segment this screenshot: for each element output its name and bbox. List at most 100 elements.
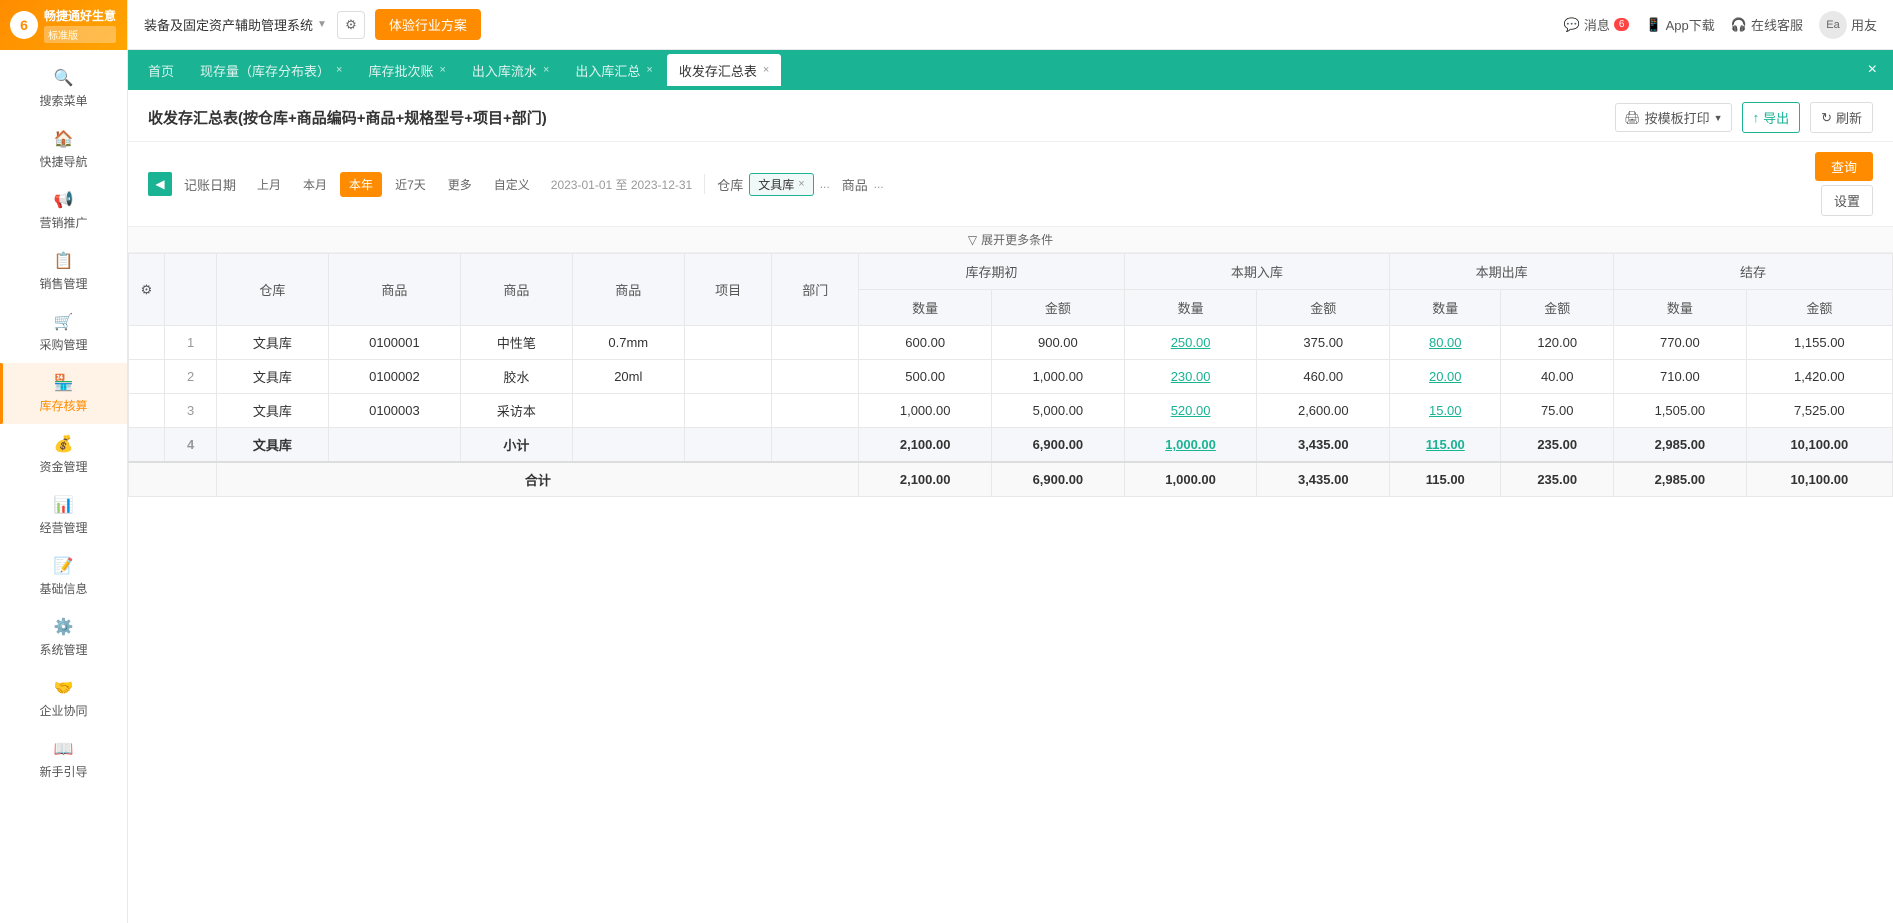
expand-conditions-button[interactable]: ▽ 展开更多条件 xyxy=(968,231,1053,248)
row-settings[interactable] xyxy=(129,326,165,360)
warehouse-more-btn[interactable]: ... xyxy=(820,177,830,191)
tab-inout_flow[interactable]: 出入库流水× xyxy=(460,54,561,86)
online-service-label: 在线客服 xyxy=(1751,15,1803,34)
search-icon: 🔍 xyxy=(54,68,74,88)
tab-bar: 首页现存量（库存分布表）×库存批次账×出入库流水×出入库汇总×收发存汇总表×× xyxy=(128,50,1893,90)
date-7days-btn[interactable]: 近7天 xyxy=(386,172,435,197)
row-in-qty-link[interactable]: 250.00 xyxy=(1171,335,1211,350)
row-out-qty-link[interactable]: 80.00 xyxy=(1429,335,1462,350)
table-settings-header[interactable]: ⚙ xyxy=(129,254,165,326)
row-in-qty[interactable]: 230.00 xyxy=(1124,360,1257,394)
total-in-qty: 1,000.00 xyxy=(1124,462,1257,497)
app-download-action[interactable]: 📱 App下载 xyxy=(1645,15,1714,34)
date-custom-btn[interactable]: 自定义 xyxy=(485,172,539,197)
content-inner: 收发存汇总表(按仓库+商品编码+商品+规格型号+项目+部门) 🖨 按模板打印 ▼… xyxy=(128,90,1893,923)
row-settings[interactable] xyxy=(129,428,165,463)
refresh-label: 刷新 xyxy=(1836,108,1862,127)
sidebar-item-system[interactable]: ⚙️系统管理 xyxy=(0,607,127,668)
row-out-qty[interactable]: 15.00 xyxy=(1390,394,1501,428)
warehouse-tag-close-icon[interactable]: × xyxy=(798,178,804,190)
sidebar-item-inventory[interactable]: 🏪库存核算 xyxy=(0,363,127,424)
refresh-button[interactable]: ↻ 刷新 xyxy=(1810,102,1873,133)
tab-close-icon-receive_summary[interactable]: × xyxy=(763,64,769,76)
sidebar-item-label-quick: 快捷导航 xyxy=(39,153,87,170)
user-action[interactable]: Ea 用友 xyxy=(1819,11,1877,39)
tab-close-icon-inout_summary[interactable]: × xyxy=(646,64,652,76)
online-service-action[interactable]: 🎧 在线客服 xyxy=(1731,15,1803,34)
date-range-display: 2023-01-01 至 2023-12-31 xyxy=(551,176,692,193)
sidebar-item-guide[interactable]: 📖新手引导 xyxy=(0,729,127,790)
tab-close-icon-stock[interactable]: × xyxy=(336,64,342,76)
system-title-dropdown[interactable]: 装备及固定资产辅助管理系统 ▼ xyxy=(144,15,327,34)
tab-inout_summary[interactable]: 出入库汇总× xyxy=(563,54,664,86)
headset-icon: 🎧 xyxy=(1731,17,1747,33)
total-opening-qty: 2,100.00 xyxy=(859,462,992,497)
filter-toggle-button[interactable]: ◀ xyxy=(148,172,172,196)
print-icon: 🖨 xyxy=(1624,110,1641,126)
trial-button[interactable]: 体验行业方案 xyxy=(375,9,481,40)
sidebar-item-marketing[interactable]: 📢营销推广 xyxy=(0,180,127,241)
sidebar-item-sales[interactable]: 📋销售管理 xyxy=(0,241,127,302)
total-balance-amount: 10,100.00 xyxy=(1746,462,1892,497)
page-content: 收发存汇总表(按仓库+商品编码+商品+规格型号+项目+部门) 🖨 按模板打印 ▼… xyxy=(128,90,1893,923)
print-template-button[interactable]: 🖨 按模板打印 ▼ xyxy=(1615,103,1731,132)
warehouse-tag: 文具库 × xyxy=(749,173,813,196)
row-out-qty-link[interactable]: 15.00 xyxy=(1429,403,1462,418)
row-in-qty-link[interactable]: 520.00 xyxy=(1171,403,1211,418)
th-opening-amount: 金额 xyxy=(992,290,1125,326)
row-opening-amount: 6,900.00 xyxy=(992,428,1125,463)
sidebar-item-basic[interactable]: 📝基础信息 xyxy=(0,546,127,607)
sidebar-item-purchase[interactable]: 🛒采购管理 xyxy=(0,302,127,363)
sidebar-item-enterprise[interactable]: 🤝企业协同 xyxy=(0,668,127,729)
date-this-month-btn[interactable]: 本月 xyxy=(294,172,336,197)
sidebar-item-operations[interactable]: 📊经营管理 xyxy=(0,485,127,546)
sidebar-item-quick[interactable]: 🏠快捷导航 xyxy=(0,119,127,180)
tab-bar-close-button[interactable]: × xyxy=(1860,61,1885,79)
row-in-qty-link[interactable]: 1,000.00 xyxy=(1165,437,1216,452)
row-out-qty[interactable]: 20.00 xyxy=(1390,360,1501,394)
product-more-btn[interactable]: ... xyxy=(874,177,884,191)
row-out-amount: 40.00 xyxy=(1501,360,1614,394)
table-row: 3文具库0100003采访本1,000.005,000.00520.002,60… xyxy=(129,394,1893,428)
row-in-qty[interactable]: 520.00 xyxy=(1124,394,1257,428)
tab-close-icon-inout_flow[interactable]: × xyxy=(543,64,549,76)
sales-icon: 📋 xyxy=(54,251,74,271)
row-code: 0100003 xyxy=(328,394,461,428)
row-out-qty[interactable]: 115.00 xyxy=(1390,428,1501,463)
sidebar-item-finance[interactable]: 💰资金管理 xyxy=(0,424,127,485)
row-out-qty-link[interactable]: 20.00 xyxy=(1429,369,1462,384)
tab-label-home: 首页 xyxy=(148,61,174,80)
tab-batch[interactable]: 库存批次账× xyxy=(356,54,457,86)
row-name: 胶水 xyxy=(461,360,572,394)
th-code: 商品 xyxy=(328,254,461,326)
tab-receive_summary[interactable]: 收发存汇总表× xyxy=(667,54,781,86)
data-table: ⚙ 仓库 商品 商品 商品 项目 部门 库存期初 本期入库 本期出库 xyxy=(128,253,1893,497)
row-in-qty[interactable]: 1,000.00 xyxy=(1124,428,1257,463)
table-row: 4文具库小计2,100.006,900.001,000.003,435.0011… xyxy=(129,428,1893,463)
tab-stock[interactable]: 现存量（库存分布表）× xyxy=(188,54,354,86)
row-spec xyxy=(572,394,685,428)
query-button[interactable]: 查询 xyxy=(1815,152,1873,181)
row-out-qty[interactable]: 80.00 xyxy=(1390,326,1501,360)
date-prev-month-btn[interactable]: 上月 xyxy=(248,172,290,197)
settings-button-filter[interactable]: 设置 xyxy=(1821,185,1873,216)
total-in-amount: 3,435.00 xyxy=(1257,462,1390,497)
total-out-amount: 235.00 xyxy=(1501,462,1614,497)
row-settings[interactable] xyxy=(129,360,165,394)
row-out-qty-link[interactable]: 115.00 xyxy=(1426,437,1465,452)
row-project xyxy=(685,428,772,463)
row-in-qty-link[interactable]: 230.00 xyxy=(1171,369,1211,384)
row-spec: 20ml xyxy=(572,360,685,394)
th-dept: 部门 xyxy=(772,254,859,326)
tab-close-icon-batch[interactable]: × xyxy=(439,64,445,76)
sidebar-item-search[interactable]: 🔍搜索菜单 xyxy=(0,58,127,119)
settings-button[interactable]: ⚙ xyxy=(337,11,365,39)
date-more-btn[interactable]: 更多 xyxy=(439,172,481,197)
tab-home[interactable]: 首页 xyxy=(136,54,186,86)
row-settings[interactable] xyxy=(129,394,165,428)
export-button[interactable]: ↑ 导出 xyxy=(1742,102,1801,133)
message-action[interactable]: 💬 消息 6 xyxy=(1564,15,1630,34)
sidebar-item-label-enterprise: 企业协同 xyxy=(39,702,87,719)
row-in-qty[interactable]: 250.00 xyxy=(1124,326,1257,360)
date-this-year-btn[interactable]: 本年 xyxy=(340,172,382,197)
